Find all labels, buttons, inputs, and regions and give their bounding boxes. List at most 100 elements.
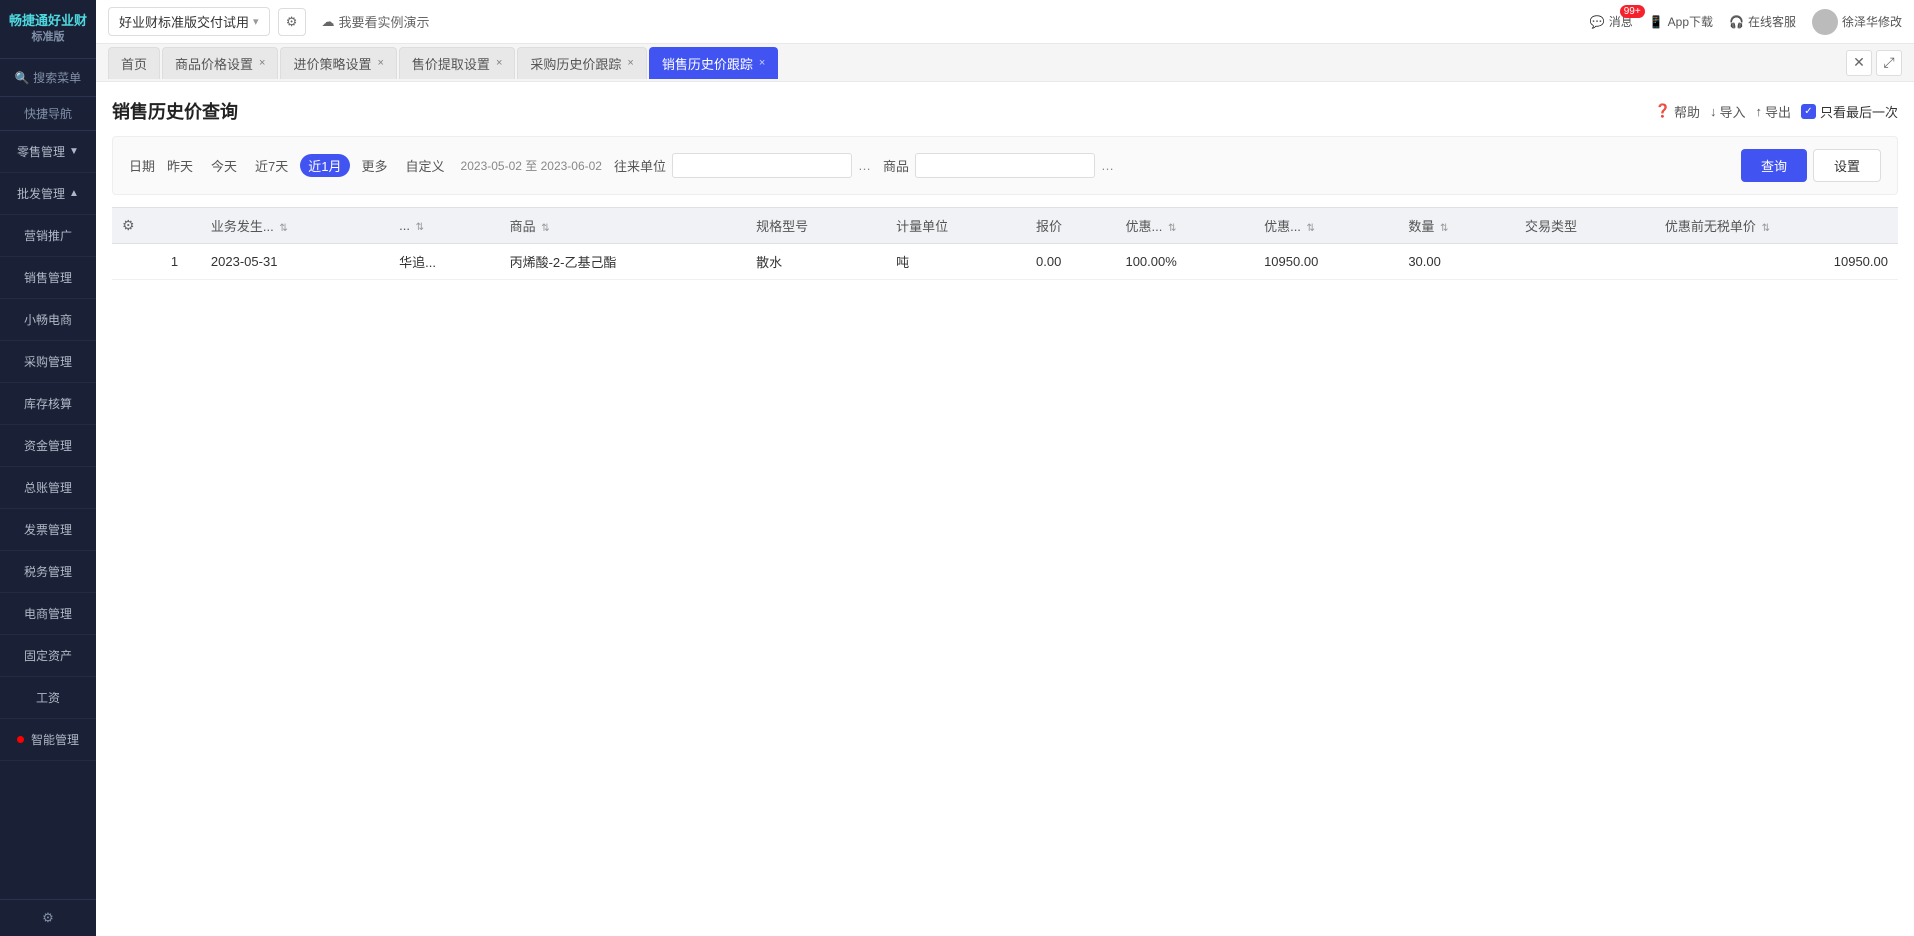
tab-close-strategy[interactable]: × xyxy=(377,57,383,69)
sidebar-settings[interactable]: ⚙ xyxy=(0,899,96,936)
col-label: 优惠... xyxy=(1125,219,1162,234)
topbar-settings-button[interactable]: ⚙ xyxy=(278,8,306,36)
table-col-discount1[interactable]: 优惠... ⇅ xyxy=(1115,208,1254,244)
export-link[interactable]: ↑ 导出 xyxy=(1755,102,1791,121)
row-pretax-price: 10950.00 xyxy=(1655,244,1898,280)
online-service-button[interactable]: 🎧 在线客服 xyxy=(1729,13,1796,30)
col-label: 计量单位 xyxy=(896,219,948,234)
date-btn-last7[interactable]: 近7天 xyxy=(249,154,294,177)
date-range-display: 2023-05-02 至 2023-06-02 xyxy=(461,157,602,174)
sidebar-item-finance[interactable]: 资金管理 xyxy=(0,425,96,467)
only-last-label: 只看最后一次 xyxy=(1820,102,1898,121)
row-trade-type xyxy=(1515,244,1655,280)
sidebar-item-label: 发票管理 xyxy=(24,521,72,538)
tab-close-sales-history[interactable]: × xyxy=(759,57,765,69)
tab-price[interactable]: 商品价格设置 × xyxy=(162,47,278,79)
version-label: 好业财标准版交付试用 xyxy=(119,12,249,31)
close-tab-button[interactable]: ✕ xyxy=(1846,50,1872,76)
table-body: 1 2023-05-31 华追... 丙烯酸-2-乙基己酯 散水 吨 0.00 … xyxy=(112,244,1898,280)
import-link[interactable]: ↓ 导入 xyxy=(1710,102,1746,121)
goods-label: 商品 xyxy=(883,156,909,175)
gear-icon: ⚙ xyxy=(122,217,135,233)
col-label: 规格型号 xyxy=(756,219,808,234)
goods-input[interactable] xyxy=(915,153,1095,178)
tab-close-extract[interactable]: × xyxy=(496,57,502,69)
sidebar-quicknav[interactable]: 快捷导航 xyxy=(0,97,96,131)
sidebar-item-payroll[interactable]: 工资 xyxy=(0,677,96,719)
row-goods: 丙烯酸-2-乙基己酯 xyxy=(500,244,747,280)
table-col-biz-date[interactable]: 业务发生... ⇅ xyxy=(201,208,389,244)
date-btn-custom[interactable]: 自定义 xyxy=(400,154,451,177)
sidebar-item-assets[interactable]: 固定资产 xyxy=(0,635,96,677)
supplier-input[interactable] xyxy=(672,153,852,178)
supplier-filter-group: 往来单位 … xyxy=(614,153,871,178)
tab-home[interactable]: 首页 xyxy=(108,47,160,79)
demo-link[interactable]: ☁ 我要看实例演示 xyxy=(322,12,430,31)
sort-icon: ⇅ xyxy=(1762,223,1770,234)
table-col-qty[interactable]: 数量 ⇅ xyxy=(1398,208,1515,244)
headset-icon: 🎧 xyxy=(1729,15,1744,29)
row-more: 华追... xyxy=(389,244,499,280)
demo-label: 我要看实例演示 xyxy=(339,12,430,31)
table-col-pretax-price[interactable]: 优惠前无税单价 ⇅ xyxy=(1655,208,1898,244)
sidebar-item-tax[interactable]: 税务管理 xyxy=(0,551,96,593)
main-area: 好业财标准版交付试用 ▾ ⚙ ☁ 我要看实例演示 💬 消息 99+ 📱 App下… xyxy=(96,0,1914,936)
phone-icon: 📱 xyxy=(1649,15,1664,29)
col-label: 数量 xyxy=(1408,219,1434,234)
sidebar-item-smart[interactable]: 智能管理 xyxy=(0,719,96,761)
user-menu[interactable]: 徐泽华修改 xyxy=(1812,9,1902,35)
chevron-down-icon: ▾ xyxy=(253,15,259,28)
sidebar-item-purchase[interactable]: 采购管理 xyxy=(0,341,96,383)
table-col-goods[interactable]: 商品 ⇅ xyxy=(500,208,747,244)
sidebar-item-wholesale[interactable]: 批发管理 ▲ xyxy=(0,173,96,215)
sidebar-item-inventory[interactable]: 库存核算 xyxy=(0,383,96,425)
date-btn-last1m[interactable]: 近1月 xyxy=(300,154,349,177)
date-btn-yesterday[interactable]: 昨天 xyxy=(161,154,199,177)
tab-sales-history[interactable]: 销售历史价跟踪 × xyxy=(649,47,778,79)
date-btn-more[interactable]: 更多 xyxy=(356,154,394,177)
goods-more-btn[interactable]: … xyxy=(1101,158,1114,173)
tab-controls: ✕ ⤢ xyxy=(1846,50,1902,76)
tab-close-price[interactable]: × xyxy=(259,57,265,69)
sidebar-item-retail[interactable]: 零售管理 ▼ xyxy=(0,131,96,173)
tab-extract[interactable]: 售价提取设置 × xyxy=(399,47,515,79)
col-label: 业务发生... xyxy=(211,219,274,234)
sidebar-item-label: 工资 xyxy=(36,689,60,706)
help-link[interactable]: ❓ 帮助 xyxy=(1655,102,1700,121)
sidebar-search[interactable]: 🔍 搜索菜单 xyxy=(0,59,96,97)
sidebar-item-ledger[interactable]: 总账管理 xyxy=(0,467,96,509)
supplier-more-btn[interactable]: … xyxy=(858,158,871,173)
tab-strategy[interactable]: 进价策略设置 × xyxy=(280,47,396,79)
maximize-tab-button[interactable]: ⤢ xyxy=(1876,50,1902,76)
settings-icon: ⚙ xyxy=(42,910,54,925)
table-row[interactable]: 1 2023-05-31 华追... 丙烯酸-2-乙基己酯 散水 吨 0.00 … xyxy=(112,244,1898,280)
chevron-up-icon: ▲ xyxy=(69,188,79,199)
tab-purchase-history-label: 采购历史价跟踪 xyxy=(530,54,621,73)
table-col-discount2[interactable]: 优惠... ⇅ xyxy=(1254,208,1398,244)
query-button[interactable]: 查询 xyxy=(1741,149,1807,182)
sort-icon: ⇅ xyxy=(541,223,549,234)
search-label: 搜索菜单 xyxy=(33,71,81,85)
sidebar-item-sales[interactable]: 销售管理 xyxy=(0,257,96,299)
sidebar-item-invoice[interactable]: 发票管理 xyxy=(0,509,96,551)
tab-close-purchase-history[interactable]: × xyxy=(627,57,633,69)
only-last-checkbox[interactable]: ✓ 只看最后一次 xyxy=(1801,102,1898,121)
tab-purchase-history[interactable]: 采购历史价跟踪 × xyxy=(517,47,646,79)
settings-button[interactable]: 设置 xyxy=(1813,149,1881,182)
table-col-gear[interactable]: ⚙ xyxy=(112,208,148,244)
sidebar-item-label: 智能管理 xyxy=(31,731,79,748)
table-col-trade-type: 交易类型 xyxy=(1515,208,1655,244)
data-table: ⚙ 业务发生... ⇅ ... ⇅ 商品 ⇅ xyxy=(112,207,1898,280)
message-button[interactable]: 💬 消息 99+ xyxy=(1590,13,1633,30)
sidebar-item-label: 固定资产 xyxy=(24,647,72,664)
app-download-button[interactable]: 📱 App下载 xyxy=(1649,13,1713,30)
table-col-price: 报价 xyxy=(1026,208,1115,244)
version-selector[interactable]: 好业财标准版交付试用 ▾ xyxy=(108,7,270,36)
table-col-more[interactable]: ... ⇅ xyxy=(389,208,499,244)
date-btn-today[interactable]: 今天 xyxy=(205,154,243,177)
filter-actions: 查询 设置 xyxy=(1741,149,1881,182)
sidebar-item-ecommerce[interactable]: 电商管理 xyxy=(0,593,96,635)
sidebar-item-marketing[interactable]: 营销推广 xyxy=(0,215,96,257)
sidebar-item-label: 零售管理 xyxy=(17,143,65,160)
sidebar-item-xiaochang[interactable]: 小畅电商 xyxy=(0,299,96,341)
